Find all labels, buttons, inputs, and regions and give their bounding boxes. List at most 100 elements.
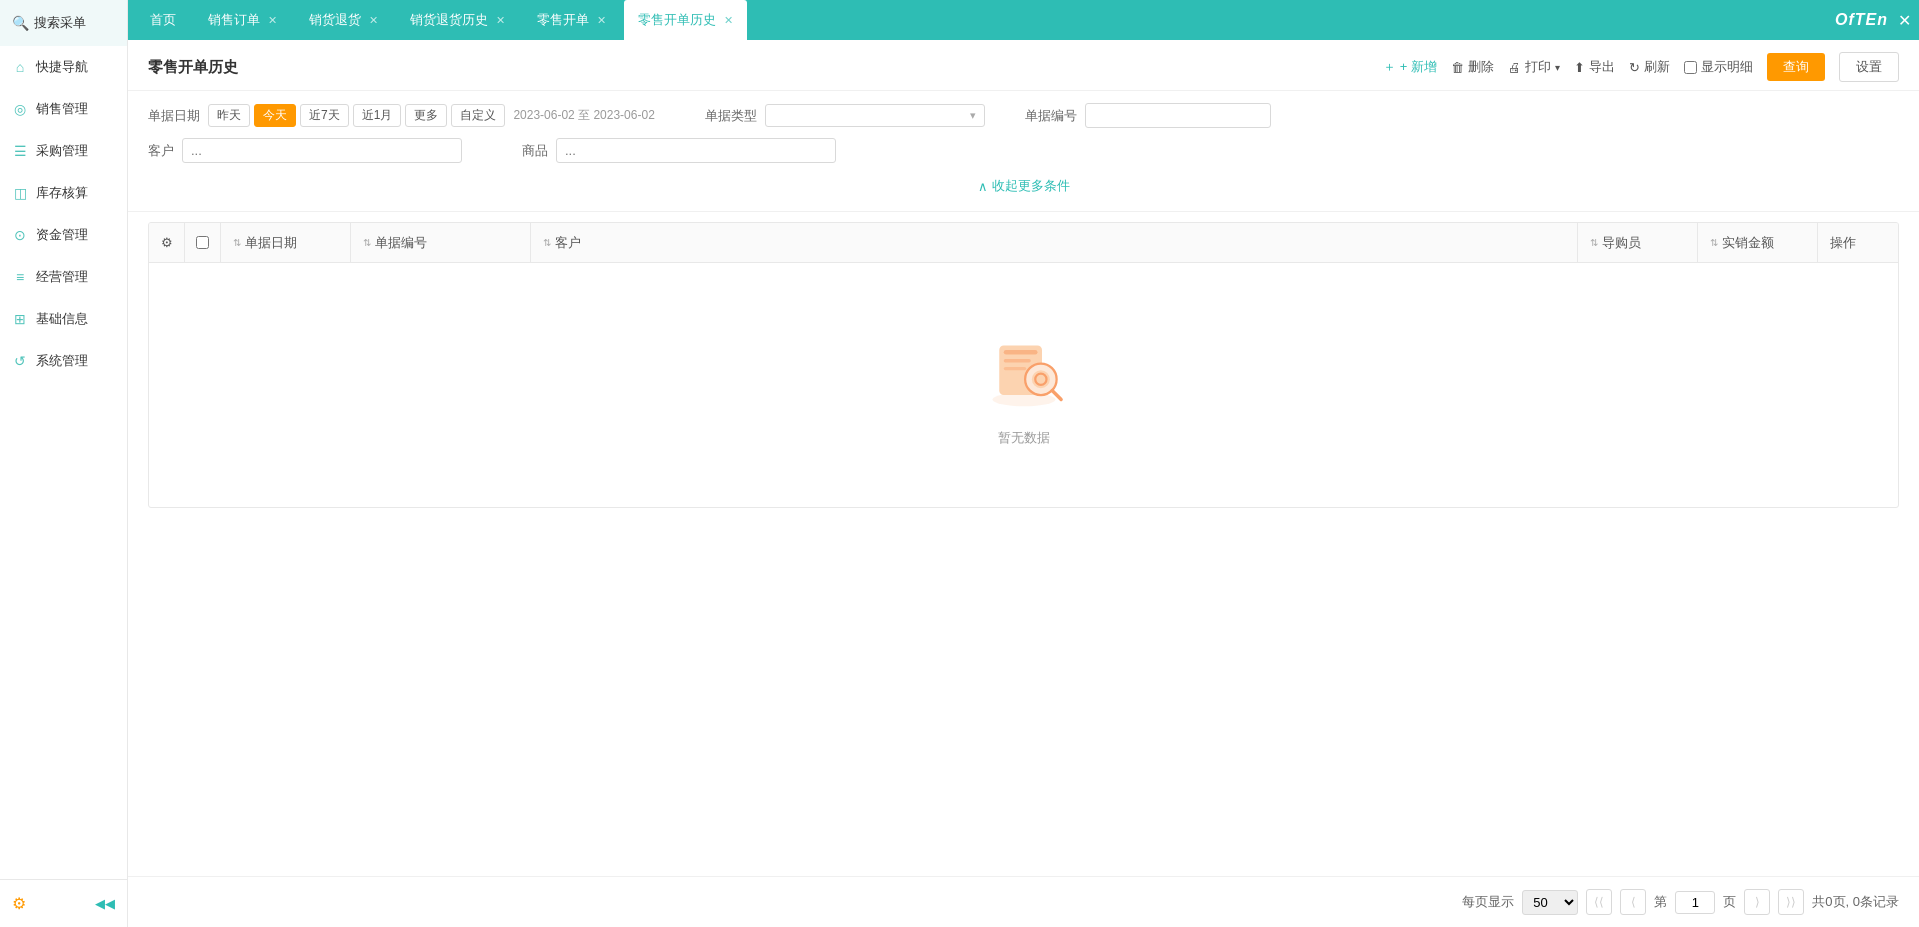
settings-icon[interactable]: ⚙ bbox=[12, 894, 26, 913]
tab-retail-open[interactable]: 零售开单 ✕ bbox=[523, 0, 620, 40]
settings-gear-icon[interactable]: ⚙ bbox=[161, 235, 173, 250]
sidebar-search[interactable]: 🔍 搜索采单 bbox=[0, 0, 127, 46]
th-date: ⇅ 单据日期 bbox=[221, 223, 351, 262]
delete-button[interactable]: 🗑 删除 bbox=[1451, 58, 1494, 76]
collapse-icon[interactable]: ◀◀ bbox=[95, 896, 115, 911]
sort-icon[interactable]: ⇅ bbox=[1590, 237, 1598, 248]
sidebar-item-quick-nav[interactable]: ⌂ 快捷导航 bbox=[0, 46, 127, 88]
tab-home[interactable]: 首页 bbox=[136, 0, 190, 40]
sidebar-item-label: 系统管理 bbox=[36, 352, 88, 370]
table-header: ⚙ ⇅ 单据日期 ⇅ 单据编号 ⇅ 客户 bbox=[149, 223, 1898, 263]
plus-icon: ＋ bbox=[1383, 58, 1396, 76]
last-page-btn[interactable]: ⟩⟩ bbox=[1778, 889, 1804, 915]
number-filter-label: 单据编号 bbox=[1025, 107, 1077, 125]
goods-input-wrap[interactable] bbox=[556, 138, 836, 163]
first-page-btn[interactable]: ⟨⟨ bbox=[1586, 889, 1612, 915]
sidebar-item-sales-mgmt[interactable]: ◎ 销售管理 bbox=[0, 88, 127, 130]
sidebar-item-operation[interactable]: ≡ 经营管理 bbox=[0, 256, 127, 298]
export-button[interactable]: ⬆ 导出 bbox=[1574, 58, 1615, 76]
refresh-button[interactable]: ↻ 刷新 bbox=[1629, 58, 1670, 76]
display-detail-checkbox[interactable] bbox=[1684, 61, 1697, 74]
empty-text: 暂无数据 bbox=[998, 429, 1050, 447]
customer-input[interactable] bbox=[191, 143, 453, 158]
print-icon: 🖨 bbox=[1508, 60, 1521, 75]
date-btn-today[interactable]: 今天 bbox=[254, 104, 296, 127]
date-btn-yesterday[interactable]: 昨天 bbox=[208, 104, 250, 127]
tab-sales-return-history-close[interactable]: ✕ bbox=[496, 14, 505, 27]
sort-icon[interactable]: ⇅ bbox=[1710, 237, 1718, 248]
refresh-icon: ↻ bbox=[1629, 60, 1640, 75]
sidebar-item-label: 快捷导航 bbox=[36, 58, 88, 76]
tab-home-label: 首页 bbox=[150, 11, 176, 29]
query-button[interactable]: 查询 bbox=[1767, 53, 1825, 81]
th-checkbox[interactable] bbox=[185, 223, 221, 262]
th-action: 操作 bbox=[1818, 223, 1898, 262]
print-label: 打印 bbox=[1525, 58, 1551, 76]
svg-rect-3 bbox=[1003, 359, 1030, 362]
tab-sales-return-close[interactable]: ✕ bbox=[369, 14, 378, 27]
tab-sales-order-close[interactable]: ✕ bbox=[268, 14, 277, 27]
tab-sales-order[interactable]: 销售订单 ✕ bbox=[194, 0, 291, 40]
th-guide-label: 导购员 bbox=[1602, 234, 1641, 252]
filter-area: 单据日期 昨天 今天 近7天 近1月 更多 自定义 2023-06-02 至 2… bbox=[128, 91, 1919, 212]
th-action-label: 操作 bbox=[1830, 234, 1856, 252]
type-select[interactable]: ▾ bbox=[765, 104, 985, 127]
export-label: 导出 bbox=[1589, 58, 1615, 76]
collapse-btn[interactable]: ∧ 收起更多条件 bbox=[148, 173, 1899, 199]
filter-date: 单据日期 昨天 今天 近7天 近1月 更多 自定义 2023-06-02 至 2… bbox=[148, 104, 655, 127]
sidebar-item-label: 基础信息 bbox=[36, 310, 88, 328]
number-input-wrap[interactable] bbox=[1085, 103, 1271, 128]
select-all-checkbox[interactable] bbox=[196, 236, 209, 249]
display-detail-checkbox-label[interactable]: 显示明细 bbox=[1684, 58, 1753, 76]
tab-sales-return-label: 销货退货 bbox=[309, 11, 361, 29]
number-input[interactable] bbox=[1094, 108, 1262, 123]
th-amount: ⇅ 实销金额 bbox=[1698, 223, 1818, 262]
date-buttons: 昨天 今天 近7天 近1月 更多 自定义 bbox=[208, 104, 505, 127]
goods-input[interactable] bbox=[565, 143, 827, 158]
sidebar-search-label: 搜索采单 bbox=[34, 14, 86, 32]
per-page-select[interactable]: 50 10 20 100 bbox=[1522, 890, 1578, 915]
refresh-label: 刷新 bbox=[1644, 58, 1670, 76]
next-page-btn[interactable]: ⟩ bbox=[1744, 889, 1770, 915]
date-btn-7days[interactable]: 近7天 bbox=[300, 104, 349, 127]
sort-icon[interactable]: ⇅ bbox=[543, 237, 551, 248]
sort-icon[interactable]: ⇅ bbox=[363, 237, 371, 248]
per-page-label: 每页显示 bbox=[1462, 893, 1514, 911]
sidebar-item-basic-info[interactable]: ⊞ 基础信息 bbox=[0, 298, 127, 340]
toolbar: ＋ + 新增 🗑 删除 🖨 打印 ▾ ⬆ 导出 ↻ bbox=[1383, 52, 1899, 82]
date-btn-more[interactable]: 更多 bbox=[405, 104, 447, 127]
sidebar-item-label: 采购管理 bbox=[36, 142, 88, 160]
th-setting[interactable]: ⚙ bbox=[149, 223, 185, 262]
tab-retail-open-history[interactable]: 零售开单历史 ✕ bbox=[624, 0, 747, 40]
sidebar-item-system-mgmt[interactable]: ↺ 系统管理 bbox=[0, 340, 127, 382]
sort-icon[interactable]: ⇅ bbox=[233, 237, 241, 248]
prev-page-btn[interactable]: ⟨ bbox=[1620, 889, 1646, 915]
add-button[interactable]: ＋ + 新增 bbox=[1383, 58, 1437, 76]
tab-sales-return-history[interactable]: 销货退货历史 ✕ bbox=[396, 0, 519, 40]
th-guide: ⇅ 导购员 bbox=[1578, 223, 1698, 262]
inventory-icon: ◫ bbox=[12, 185, 28, 201]
basic-info-icon: ⊞ bbox=[12, 311, 28, 327]
date-btn-1month[interactable]: 近1月 bbox=[353, 104, 402, 127]
sidebar-item-finance[interactable]: ⊙ 资金管理 bbox=[0, 214, 127, 256]
tab-retail-open-label: 零售开单 bbox=[537, 11, 589, 29]
sidebar-item-inventory[interactable]: ◫ 库存核算 bbox=[0, 172, 127, 214]
print-button[interactable]: 🖨 打印 ▾ bbox=[1508, 58, 1560, 76]
table-area: ⚙ ⇅ 单据日期 ⇅ 单据编号 ⇅ 客户 bbox=[128, 212, 1919, 876]
finance-icon: ⊙ bbox=[12, 227, 28, 243]
filter-row-1: 单据日期 昨天 今天 近7天 近1月 更多 自定义 2023-06-02 至 2… bbox=[148, 103, 1899, 128]
date-btn-custom[interactable]: 自定义 bbox=[451, 104, 505, 127]
tab-sales-return[interactable]: 销货退货 ✕ bbox=[295, 0, 392, 40]
setting-button[interactable]: 设置 bbox=[1839, 52, 1899, 82]
window-close-btn[interactable]: ✕ bbox=[1898, 11, 1911, 30]
display-label: 显示明细 bbox=[1701, 58, 1753, 76]
page-header: 零售开单历史 ＋ + 新增 🗑 删除 🖨 打印 ▾ ⬆ 导出 bbox=[128, 40, 1919, 91]
customer-input-wrap[interactable] bbox=[182, 138, 462, 163]
sidebar-item-purchase-mgmt[interactable]: ☰ 采购管理 bbox=[0, 130, 127, 172]
page-input[interactable] bbox=[1675, 891, 1715, 914]
tab-retail-open-close[interactable]: ✕ bbox=[597, 14, 606, 27]
tab-sales-return-history-label: 销货退货历史 bbox=[410, 11, 488, 29]
sidebar-item-label: 库存核算 bbox=[36, 184, 88, 202]
collapse-up-icon: ∧ bbox=[978, 179, 988, 194]
tab-retail-open-history-close[interactable]: ✕ bbox=[724, 14, 733, 27]
